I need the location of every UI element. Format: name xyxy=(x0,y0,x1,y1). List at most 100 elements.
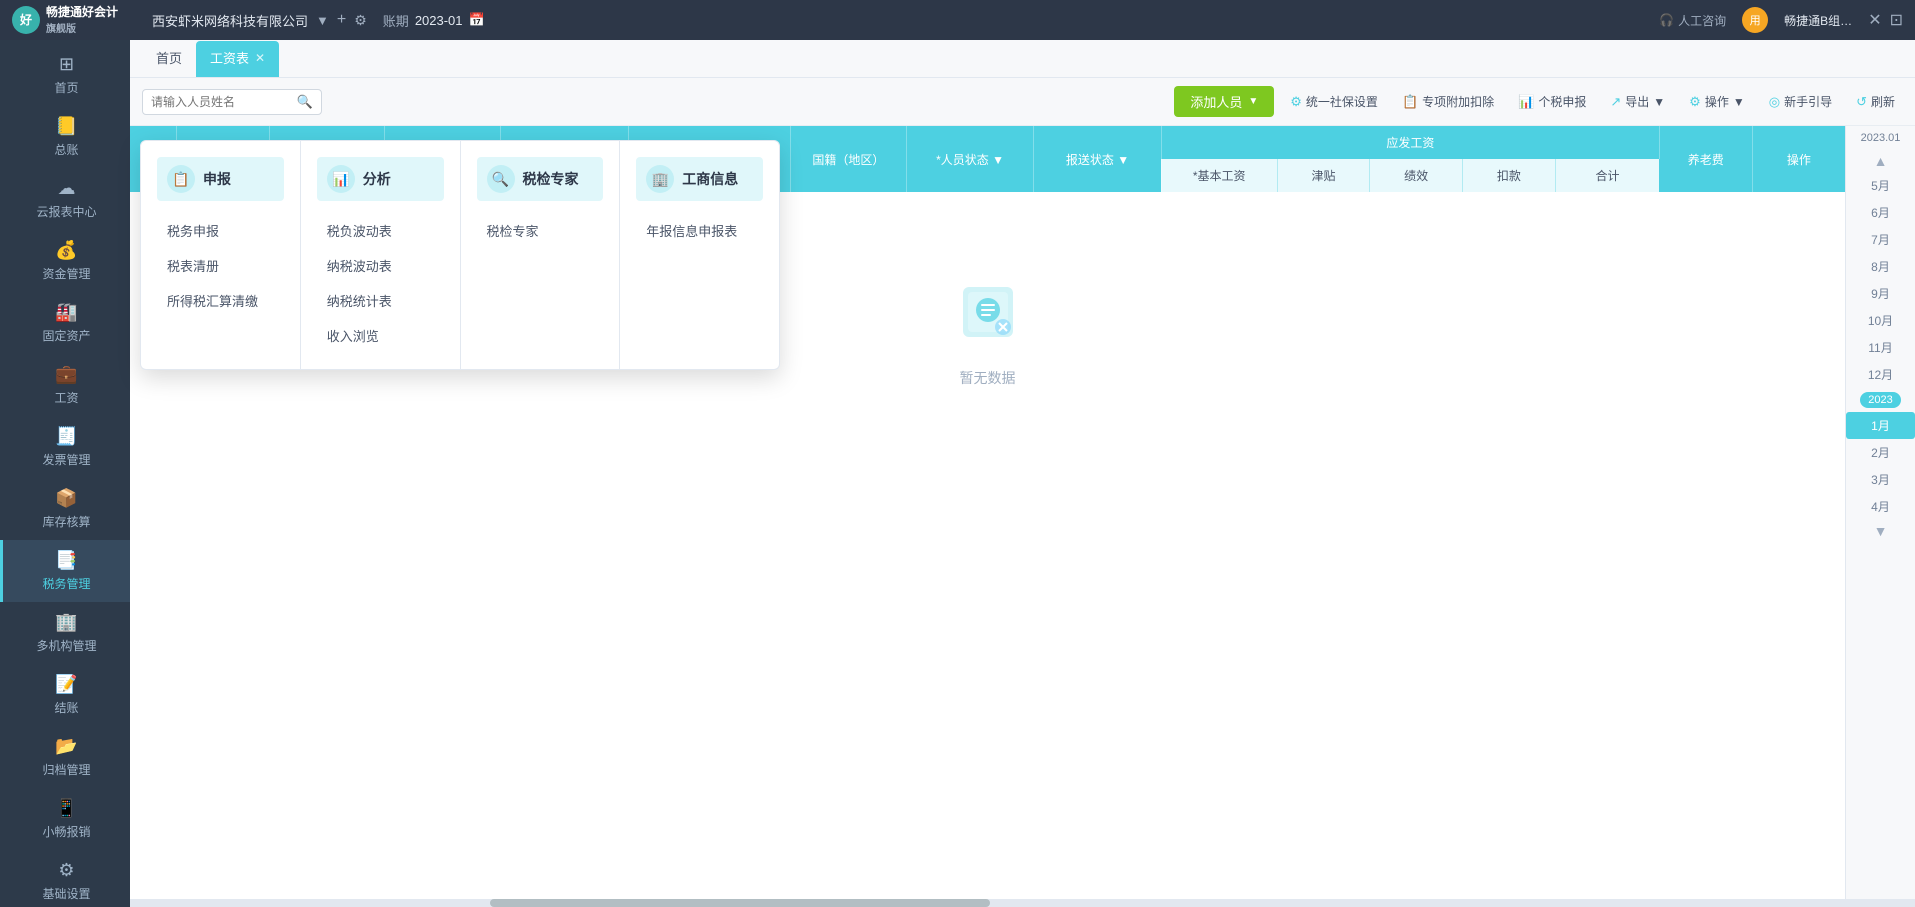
sidebar-item-tax[interactable]: 📑 税务管理 xyxy=(0,540,130,602)
period-calendar-btn[interactable]: 📅 xyxy=(469,12,485,28)
export-btn[interactable]: ↗ 导出 ▼ xyxy=(1602,89,1673,114)
cal-month-1[interactable]: 1月 xyxy=(1846,412,1915,439)
cal-month-3[interactable]: 3月 xyxy=(1846,466,1915,493)
operations-dropdown-arrow: ▼ xyxy=(1733,95,1745,109)
sidebar-label-archive: 归档管理 xyxy=(42,761,90,778)
dropdown-fenxi-header: 📊 分析 xyxy=(317,157,444,201)
new-guide-toolbar-icon: ◎ xyxy=(1769,94,1780,110)
dropdown-item-income-browse[interactable]: 收入浏览 xyxy=(317,318,444,353)
sidebar-item-ledger[interactable]: 📒 总账 xyxy=(0,106,130,168)
sidebar-item-fund[interactable]: 💰 资金管理 xyxy=(0,230,130,292)
sidebar-label-cloud-report: 云报表中心 xyxy=(36,203,96,220)
sidebar-label-invoice: 发票管理 xyxy=(42,451,90,468)
tab-home[interactable]: 首页 xyxy=(142,41,196,77)
sidebar-item-multi-org[interactable]: 🏢 多机构管理 xyxy=(0,602,130,664)
refresh-btn[interactable]: ↺ 刷新 xyxy=(1848,89,1903,114)
add-company-btn[interactable]: + xyxy=(337,11,346,29)
new-guide-btn[interactable]: ◎ 新手引导 xyxy=(1761,89,1840,114)
sidebar-label-ledger: 总账 xyxy=(54,141,78,158)
sidebar-item-fixed-asset[interactable]: 🏭 固定资产 xyxy=(0,292,130,354)
sidebar-label-home: 首页 xyxy=(54,79,78,96)
dropdown-item-tax-return[interactable]: 税务申报 xyxy=(157,213,284,248)
user-name[interactable]: 畅捷通B组… xyxy=(1784,12,1852,29)
dropdown-item-tax-expert[interactable]: 税检专家 xyxy=(477,213,604,248)
col-nation-header: 国籍（地区） xyxy=(790,126,906,192)
tab-bar: 首页 工资表 ✕ xyxy=(130,40,1915,78)
sidebar-item-invoice[interactable]: 🧾 发票管理 xyxy=(0,416,130,478)
horizontal-scrollbar[interactable] xyxy=(130,899,1915,907)
cal-month-9[interactable]: 9月 xyxy=(1846,280,1915,307)
sidebar-label-fund: 资金管理 xyxy=(42,265,90,282)
dropdown-item-tax-fluctuation2[interactable]: 纳税波动表 xyxy=(317,248,444,283)
cal-next-year-btn[interactable]: ▼ xyxy=(1871,520,1891,542)
dropdown-col-zhuanjia: 🔍 税检专家 税检专家 xyxy=(461,141,621,369)
sidebar-label-inventory: 库存核算 xyxy=(42,513,90,530)
sidebar-item-inventory[interactable]: 📦 库存核算 xyxy=(0,478,130,540)
dropdown-item-tax-form[interactable]: 税表清册 xyxy=(157,248,284,283)
cal-period-header: 2023.01 xyxy=(1846,126,1915,150)
special-deduct-icon: 📋 xyxy=(1402,94,1418,110)
dropdown-item-income-tax[interactable]: 所得税汇算清缴 xyxy=(157,283,284,318)
cal-month-6[interactable]: 6月 xyxy=(1846,199,1915,226)
sidebar-item-archive[interactable]: 📂 归档管理 xyxy=(0,726,130,788)
sidebar-item-settlement[interactable]: 📝 结账 xyxy=(0,664,130,726)
col-pension-header: 养老费 xyxy=(1659,126,1752,192)
invoice-icon: 🧾 xyxy=(55,426,77,447)
cal-month-2[interactable]: 2月 xyxy=(1846,439,1915,466)
dropdown-item-tax-fluctuation[interactable]: 税负波动表 xyxy=(317,213,444,248)
refresh-label: 刷新 xyxy=(1871,93,1895,110)
dropdown-col-fenxi: 📊 分析 税负波动表 纳税波动表 纳税统计表 收入浏览 xyxy=(301,141,461,369)
new-guide-label: 新手引导 xyxy=(1784,93,1832,110)
add-person-label: 添加人员 xyxy=(1190,92,1242,111)
dropdown-item-tax-stats[interactable]: 纳税统计表 xyxy=(317,283,444,318)
empty-illustration xyxy=(948,272,1028,352)
operations-btn[interactable]: ⚙ 操作 ▼ xyxy=(1681,89,1753,114)
cal-month-11[interactable]: 11月 xyxy=(1846,334,1915,361)
service-label: 人工咨询 xyxy=(1678,12,1726,29)
user-avatar: 用 xyxy=(1742,7,1768,33)
tax-return-btn[interactable]: 📊 个税申报 xyxy=(1510,89,1594,114)
tab-payroll[interactable]: 工资表 ✕ xyxy=(196,41,279,77)
sidebar-item-cloud-report[interactable]: ☁ 云报表中心 xyxy=(0,168,130,230)
sidebar-item-xiaochang[interactable]: 📱 小畅报销 xyxy=(0,788,130,850)
dropdown-item-annual-report[interactable]: 年报信息申报表 xyxy=(636,213,763,248)
col-deduct-header: 扣款 xyxy=(1462,159,1555,192)
headset-icon: 🎧 xyxy=(1659,13,1674,27)
window-maximize-btn[interactable]: ⊡ xyxy=(1890,10,1903,30)
cal-month-12[interactable]: 12月 xyxy=(1846,361,1915,388)
col-status-filter-icon[interactable]: ▼ xyxy=(992,153,1004,167)
scroll-thumb[interactable] xyxy=(490,899,990,907)
sidebar-item-basic-settings[interactable]: ⚙ 基础设置 xyxy=(0,850,130,907)
tax-return-icon: 📊 xyxy=(1518,94,1534,110)
tab-payroll-close[interactable]: ✕ xyxy=(255,51,265,65)
col-total-header: 合计 xyxy=(1555,159,1659,192)
sidebar-item-payroll[interactable]: 💼 工资 xyxy=(0,354,130,416)
calendar-sidebar: 2023.01 ▲ 5月 6月 7月 8月 9月 10月 11月 12月 202… xyxy=(1845,126,1915,899)
add-person-button[interactable]: 添加人员 ▼ xyxy=(1174,86,1274,117)
user-service-btn[interactable]: 🎧 人工咨询 xyxy=(1659,12,1726,29)
cal-month-5[interactable]: 5月 xyxy=(1846,172,1915,199)
multi-org-icon: 🏢 xyxy=(55,612,77,633)
tax-return-label: 个税申报 xyxy=(1538,93,1586,110)
cal-month-8[interactable]: 8月 xyxy=(1846,253,1915,280)
cal-month-7[interactable]: 7月 xyxy=(1846,226,1915,253)
cal-month-10[interactable]: 10月 xyxy=(1846,307,1915,334)
social-insurance-icon: ⚙ xyxy=(1290,94,1302,110)
sidebar-item-home[interactable]: ⊞ 首页 xyxy=(0,44,130,106)
company-settings-btn[interactable]: ⚙ xyxy=(354,12,367,29)
cal-prev-year-btn[interactable]: ▲ xyxy=(1871,150,1891,172)
search-input[interactable] xyxy=(151,95,291,109)
col-report-filter-icon[interactable]: ▼ xyxy=(1117,153,1129,167)
company-dropdown-btn[interactable]: ▼ xyxy=(316,13,329,28)
search-icon: 🔍 xyxy=(297,94,313,110)
header-right: 🎧 人工咨询 用 畅捷通B组… ✕ ⊡ xyxy=(1659,7,1903,33)
dropdown-shenbao-header: 📋 申报 xyxy=(157,157,284,201)
social-insurance-btn[interactable]: ⚙ 统一社保设置 xyxy=(1282,89,1386,114)
cal-month-4[interactable]: 4月 xyxy=(1846,493,1915,520)
search-box[interactable]: 🔍 xyxy=(142,89,322,115)
window-close-btn[interactable]: ✕ xyxy=(1868,10,1881,30)
special-deduct-btn[interactable]: 📋 专项附加扣除 xyxy=(1394,89,1502,114)
app-title-area: 畅捷通好会计 旗舰版 xyxy=(46,5,118,34)
sidebar-label-basic-settings: 基础设置 xyxy=(42,885,90,902)
col-status-header: *人员状态 ▼ xyxy=(906,126,1033,192)
